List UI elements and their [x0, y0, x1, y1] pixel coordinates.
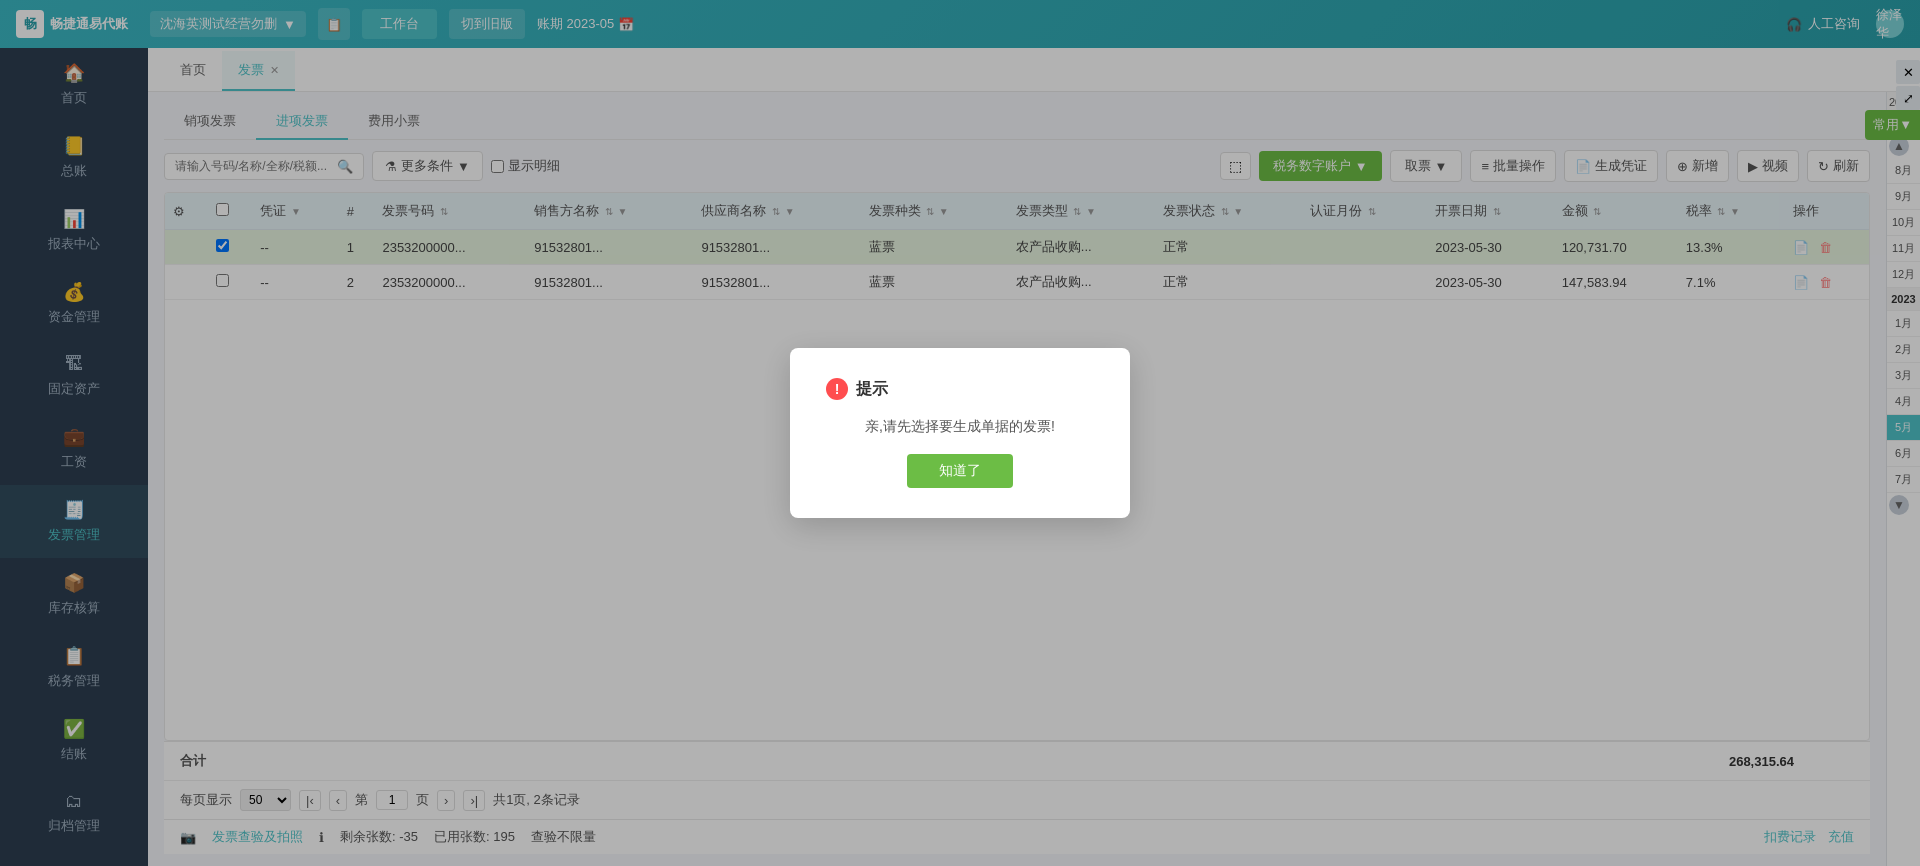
dialog-title-row: ! 提示 — [826, 378, 888, 400]
dialog-ok-button[interactable]: 知道了 — [907, 454, 1013, 488]
dialog-title: 提示 — [856, 379, 888, 400]
modal-overlay: ! 提示 亲,请先选择要生成单据的发票! 知道了 — [0, 0, 1920, 866]
warning-icon: ! — [826, 378, 848, 400]
dialog-message: 亲,请先选择要生成单据的发票! — [865, 418, 1055, 436]
dialog: ! 提示 亲,请先选择要生成单据的发票! 知道了 — [790, 348, 1130, 518]
